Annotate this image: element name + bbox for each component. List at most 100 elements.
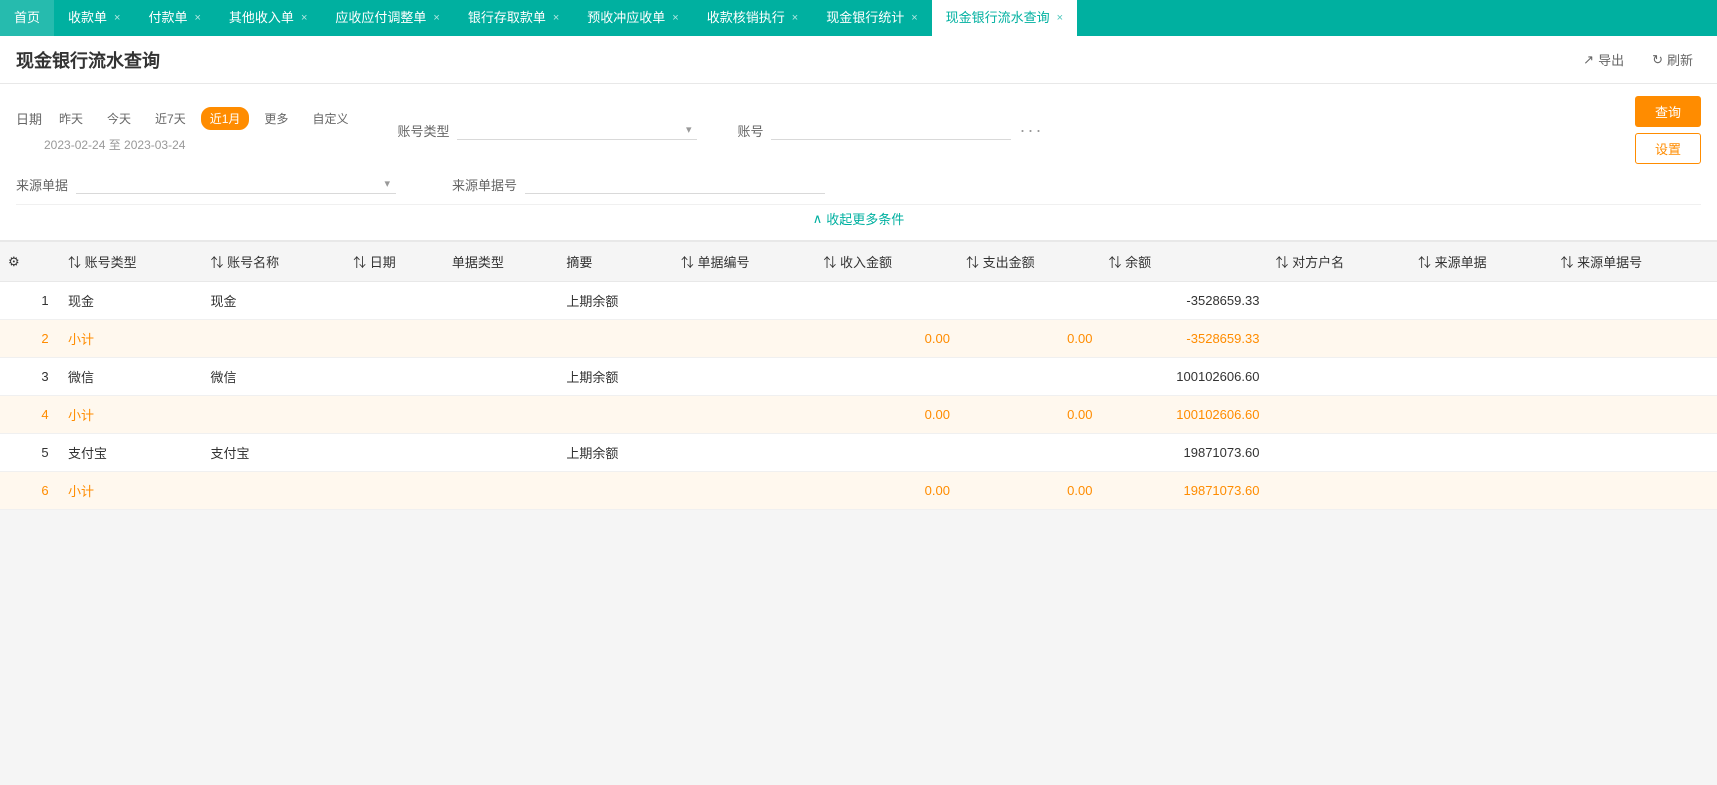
nav-prepaid-offset[interactable]: 预收冲应收单 × <box>573 0 692 36</box>
row-index: 4 <box>30 396 60 434</box>
nav-collection-exec[interactable]: 收款核销执行 × <box>693 0 812 36</box>
row-gear <box>0 396 30 434</box>
nav-ar-ap-adjust[interactable]: 应收应付调整单 × <box>321 0 453 36</box>
table-header: ⚙ ⇅ 账号类型 ⇅ 账号名称 ⇅ 日期 单据类型 摘要 ⇅ 单据编号 ⇅ 收入… <box>0 242 1717 282</box>
source-doc-filter: 来源单据 ▾ <box>16 174 396 194</box>
nav-payment[interactable]: 付款单 × <box>134 0 214 36</box>
table-row: 2 小计 0.00 0.00 -3528659.33 <box>0 320 1717 358</box>
row-summary <box>558 472 673 510</box>
row-source-doc-no <box>1553 472 1717 510</box>
row-date <box>345 320 444 358</box>
main-content: ⚙ ⇅ 账号类型 ⇅ 账号名称 ⇅ 日期 单据类型 摘要 ⇅ 单据编号 ⇅ 收入… <box>0 241 1717 510</box>
row-source-doc <box>1410 358 1553 396</box>
row-index: 3 <box>30 358 60 396</box>
column-source-doc-no[interactable]: ⇅ 来源单据号 <box>1553 242 1717 282</box>
source-doc-no-filter: 来源单据号 <box>452 174 825 194</box>
close-icon[interactable]: × <box>114 0 120 36</box>
row-income <box>815 434 958 472</box>
column-counterparty[interactable]: ⇅ 对方户名 <box>1267 242 1410 282</box>
data-table: ⚙ ⇅ 账号类型 ⇅ 账号名称 ⇅ 日期 单据类型 摘要 ⇅ 单据编号 ⇅ 收入… <box>0 241 1717 510</box>
date-btn-7days[interactable]: 近7天 <box>146 107 195 130</box>
row-balance: -3528659.33 <box>1100 320 1267 358</box>
row-income: 0.00 <box>815 320 958 358</box>
row-doc-type <box>444 396 559 434</box>
row-summary: 上期余额 <box>558 282 673 320</box>
date-btn-today[interactable]: 今天 <box>98 107 140 130</box>
table-row: 5 支付宝 支付宝 上期余额 19871073.60 <box>0 434 1717 472</box>
column-summary: 摘要 <box>558 242 673 282</box>
export-button[interactable]: ↗ 导出 <box>1575 46 1632 73</box>
close-icon[interactable]: × <box>433 0 439 36</box>
row-index: 1 <box>30 282 60 320</box>
date-range-display: 2023-02-24 至 2023-03-24 <box>44 136 357 153</box>
row-date <box>345 396 444 434</box>
row-income <box>815 358 958 396</box>
account-type-select[interactable]: ▾ <box>457 120 697 140</box>
row-summary <box>558 320 673 358</box>
date-btn-custom[interactable]: 自定义 <box>303 107 357 130</box>
close-icon[interactable]: × <box>672 0 678 36</box>
row-doc-no <box>673 472 816 510</box>
row-expense <box>958 358 1101 396</box>
column-account-type[interactable]: ⇅ 账号类型 <box>60 242 203 282</box>
close-icon[interactable]: × <box>194 0 200 36</box>
header-actions: ↗ 导出 ↻ 刷新 <box>1575 46 1701 73</box>
date-btn-yesterday[interactable]: 昨天 <box>50 107 92 130</box>
more-options-button[interactable]: ··· <box>1019 120 1043 141</box>
refresh-icon: ↻ <box>1652 52 1663 68</box>
column-doc-type: 单据类型 <box>444 242 559 282</box>
row-gear <box>0 434 30 472</box>
nav-receipt[interactable]: 收款单 × <box>54 0 134 36</box>
refresh-button[interactable]: ↻ 刷新 <box>1644 46 1701 73</box>
column-date[interactable]: ⇅ 日期 <box>345 242 444 282</box>
column-source-doc[interactable]: ⇅ 来源单据 <box>1410 242 1553 282</box>
column-account-name[interactable]: ⇅ 账号名称 <box>203 242 346 282</box>
column-doc-no[interactable]: ⇅ 单据编号 <box>673 242 816 282</box>
nav-home[interactable]: 首页 <box>0 0 54 36</box>
date-btn-1month[interactable]: 近1月 <box>201 107 250 130</box>
close-icon[interactable]: × <box>911 0 917 36</box>
nav-other-income[interactable]: 其他收入单 × <box>215 0 321 36</box>
top-navigation: 首页 收款单 × 付款单 × 其他收入单 × 应收应付调整单 × 银行存取款单 … <box>0 0 1717 36</box>
nav-cash-bank-stats[interactable]: 现金银行统计 × <box>812 0 931 36</box>
row-counterparty <box>1267 396 1410 434</box>
source-doc-no-label: 来源单据号 <box>452 175 517 194</box>
page-title: 现金银行流水查询 <box>16 47 160 73</box>
row-balance: 19871073.60 <box>1100 472 1267 510</box>
row-source-doc <box>1410 434 1553 472</box>
row-account-name: 现金 <box>203 282 346 320</box>
source-doc-no-input[interactable] <box>525 174 825 194</box>
query-button[interactable]: 查询 <box>1635 96 1701 127</box>
row-income: 0.00 <box>815 396 958 434</box>
nav-cash-bank-flow[interactable]: 现金银行流水查询 × <box>932 0 1077 36</box>
row-balance: 19871073.60 <box>1100 434 1267 472</box>
row-doc-no <box>673 358 816 396</box>
row-account-name: 微信 <box>203 358 346 396</box>
column-expense[interactable]: ⇅ 支出金额 <box>958 242 1101 282</box>
column-income[interactable]: ⇅ 收入金额 <box>815 242 958 282</box>
close-icon[interactable]: × <box>1057 0 1063 36</box>
column-balance[interactable]: ⇅ 余额 <box>1100 242 1267 282</box>
close-icon[interactable]: × <box>553 0 559 36</box>
row-date <box>345 472 444 510</box>
date-label: 日期 <box>16 109 42 128</box>
close-icon[interactable]: × <box>792 0 798 36</box>
account-type-filter: 账号类型 ▾ <box>397 120 697 140</box>
row-counterparty <box>1267 282 1410 320</box>
column-gear[interactable]: ⚙ <box>0 242 30 282</box>
row-account-name <box>203 472 346 510</box>
nav-bank-deposit[interactable]: 银行存取款单 × <box>454 0 573 36</box>
close-icon[interactable]: × <box>301 0 307 36</box>
account-input[interactable] <box>771 120 1011 140</box>
row-source-doc <box>1410 472 1553 510</box>
chevron-down-icon: ▾ <box>384 177 390 190</box>
source-doc-select[interactable]: ▾ <box>76 174 396 194</box>
filter-row-1: 日期 昨天 今天 近7天 近1月 更多 自定义 2023-02-24 至 202… <box>16 96 1701 164</box>
date-btn-more[interactable]: 更多 <box>255 107 297 130</box>
row-summary: 上期余额 <box>558 358 673 396</box>
row-expense <box>958 282 1101 320</box>
collapse-filter-button[interactable]: ∧ 收起更多条件 <box>16 204 1701 232</box>
settings-button[interactable]: 设置 <box>1635 133 1701 164</box>
row-account-name <box>203 396 346 434</box>
filter-row-2: 来源单据 ▾ 来源单据号 <box>16 174 1701 194</box>
